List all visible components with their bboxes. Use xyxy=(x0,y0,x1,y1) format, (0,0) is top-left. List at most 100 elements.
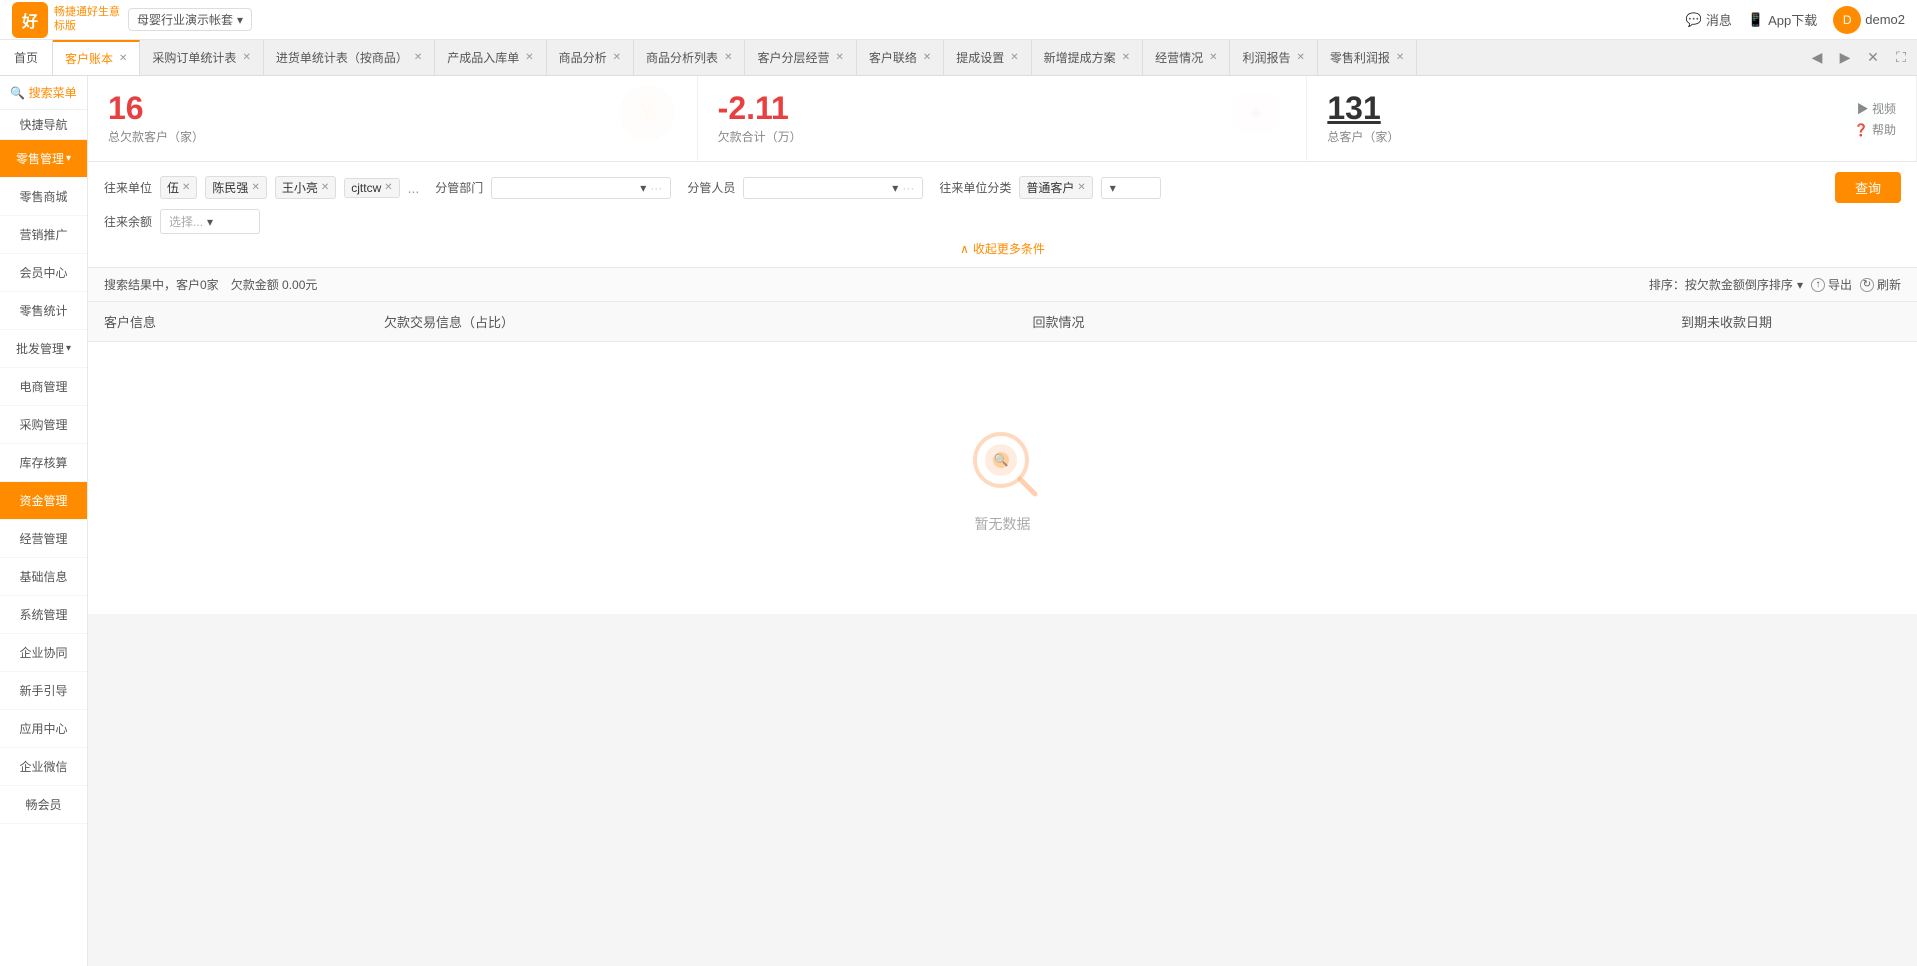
tab-close-icon[interactable]: ✕ xyxy=(525,52,533,63)
sidebar-item-finance[interactable]: 资金管理 xyxy=(0,482,87,520)
tab-inventory-stats[interactable]: 进货单统计表（按商品） ✕ xyxy=(264,40,435,76)
tab-close-icon[interactable]: ✕ xyxy=(242,52,250,63)
tab-retail-profit[interactable]: 零售利润报 ✕ xyxy=(1318,40,1417,76)
tab-close-icon[interactable]: ✕ xyxy=(1209,52,1217,63)
stats-row: 16 总欠款客户（家） ¥ -2.11 欠款合计（万） xyxy=(88,76,1917,162)
more-icon: ··· xyxy=(650,181,662,195)
tab-close-icon[interactable]: ✕ xyxy=(835,52,843,63)
more-icon: ··· xyxy=(902,181,914,195)
sidebar-item-newbie-guide[interactable]: 新手引导 xyxy=(0,672,87,710)
sidebar-item-membership[interactable]: 会员中心 xyxy=(0,254,87,292)
dept-dropdown[interactable]: ▾ ··· xyxy=(491,177,671,199)
collapse-filters-btn[interactable]: ∧ 收起更多条件 xyxy=(104,240,1901,257)
tab-customer-layering[interactable]: 客户分层经营 ✕ xyxy=(745,40,856,76)
remove-tag-wu[interactable]: ✕ xyxy=(182,182,190,193)
category-dropdown[interactable]: ▾ xyxy=(1101,177,1161,199)
stat-value-amount: -2.11 xyxy=(718,92,802,124)
sidebar-item-inventory[interactable]: 库存核算 xyxy=(0,444,87,482)
user-menu[interactable]: D demo2 xyxy=(1833,6,1905,34)
sidebar-item-member[interactable]: 畅会员 xyxy=(0,786,87,824)
balance-filter-label: 往来余额 xyxy=(104,213,152,230)
refresh-btn[interactable]: ↻ 刷新 xyxy=(1860,276,1901,293)
person-dropdown[interactable]: ▾ ··· xyxy=(743,177,923,199)
tab-profit-report[interactable]: 利润报告 ✕ xyxy=(1230,40,1317,76)
sidebar-item-system[interactable]: 系统管理 xyxy=(0,596,87,634)
filter-area: 往来单位 伍 ✕ 陈民强 ✕ 王小亮 ✕ cjttcw ✕ ... xyxy=(88,162,1917,268)
tab-home[interactable]: 首页 xyxy=(0,40,53,76)
stat-card-total: 131 总客户（家） ▶ 视频 ❓ 帮助 xyxy=(1307,76,1917,161)
messages-btn[interactable]: 💬 消息 xyxy=(1686,10,1732,29)
tab-close-icon[interactable]: ✕ xyxy=(414,52,422,63)
tab-next-btn[interactable]: ▶ xyxy=(1833,46,1857,70)
sidebar-search[interactable]: 🔍 搜索菜单 xyxy=(0,76,87,110)
unit-tag-wang[interactable]: 王小亮 ✕ xyxy=(275,176,336,199)
sidebar-item-wholesale[interactable]: 批发管理 ▾ xyxy=(0,330,87,368)
filter-row-2: 往来余额 选择... ▾ xyxy=(104,209,1901,234)
avatar: D xyxy=(1833,6,1861,34)
tab-close-icon[interactable]: ✕ xyxy=(923,52,931,63)
tab-close-icon[interactable]: ✕ xyxy=(1122,52,1130,63)
remove-tag-chen[interactable]: ✕ xyxy=(251,182,259,193)
tab-product-analysis-list[interactable]: 商品分析列表 ✕ xyxy=(634,40,745,76)
tab-close-icon[interactable]: ✕ xyxy=(119,53,127,64)
tab-close-all-btn[interactable]: ✕ xyxy=(1861,46,1885,70)
chevron-down-icon: ▾ xyxy=(237,13,243,27)
sidebar-item-app-center[interactable]: 应用中心 xyxy=(0,710,87,748)
tab-new-commission[interactable]: 新增提成方案 ✕ xyxy=(1032,40,1143,76)
empty-state: 🔍 暂无数据 xyxy=(88,342,1917,614)
app-download-btn[interactable]: 📱 App下载 xyxy=(1748,10,1817,29)
unit-tag-chen[interactable]: 陈民强 ✕ xyxy=(205,176,266,199)
sidebar-quick-nav[interactable]: 快捷导航 xyxy=(0,110,87,140)
tab-account-book[interactable]: 客户账本 ✕ xyxy=(53,40,140,76)
sidebar-item-operations[interactable]: 经营管理 xyxy=(0,520,87,558)
sidebar-item-wechat[interactable]: 企业微信 xyxy=(0,748,87,786)
export-btn[interactable]: ↑ 导出 xyxy=(1811,276,1852,293)
sidebar-item-basic-info[interactable]: 基础信息 xyxy=(0,558,87,596)
tab-fullscreen-btn[interactable]: ⛶ xyxy=(1889,46,1913,70)
tab-customer-contact[interactable]: 客户联络 ✕ xyxy=(857,40,944,76)
tab-purchase-order[interactable]: 采购订单统计表 ✕ xyxy=(140,40,263,76)
tab-prev-btn[interactable]: ◀ xyxy=(1805,46,1829,70)
tab-close-icon[interactable]: ✕ xyxy=(1297,52,1305,63)
sidebar-item-retail-mall[interactable]: 零售商城 xyxy=(0,178,87,216)
sidebar-item-retail[interactable]: 零售管理 ▾ xyxy=(0,140,87,178)
tab-close-icon[interactable]: ✕ xyxy=(613,52,621,63)
search-icon: 🔍 xyxy=(10,86,25,100)
unit-filter-label: 往来单位 xyxy=(104,179,152,196)
tab-close-icon[interactable]: ✕ xyxy=(1396,52,1404,63)
export-icon: ↑ xyxy=(1811,278,1825,292)
tab-product-storage[interactable]: 产成品入库单 ✕ xyxy=(435,40,546,76)
top-right: 💬 消息 📱 App下载 D demo2 xyxy=(1686,6,1905,34)
main-content: 16 总欠款客户（家） ¥ -2.11 欠款合计（万） xyxy=(88,76,1917,966)
remove-tag-wang[interactable]: ✕ xyxy=(321,182,329,193)
main-layout: 🔍 搜索菜单 快捷导航 零售管理 ▾ 零售商城 营销推广 会员中心 零售统计 批… xyxy=(0,76,1917,966)
tab-bar: 首页 客户账本 ✕ 采购订单统计表 ✕ 进货单统计表（按商品） ✕ 产成品入库单… xyxy=(0,40,1917,76)
tab-operations[interactable]: 经营情况 ✕ xyxy=(1143,40,1230,76)
more-tags-btn[interactable]: ... xyxy=(408,180,420,196)
remove-category-tag[interactable]: ✕ xyxy=(1077,182,1085,193)
tab-commission-settings[interactable]: 提成设置 ✕ xyxy=(944,40,1031,76)
chevron-down-icon: ▾ xyxy=(66,343,71,354)
account-selector[interactable]: 母婴行业演示帐套 ▾ xyxy=(128,8,252,31)
category-tag-normal[interactable]: 普通客户 ✕ xyxy=(1019,176,1092,199)
sidebar-item-marketing[interactable]: 营销推广 xyxy=(0,216,87,254)
total-bg-icon xyxy=(1836,83,1896,155)
sort-selector[interactable]: 排序：按欠款金额倒序排序 ▾ xyxy=(1649,276,1803,293)
query-button[interactable]: 查询 xyxy=(1835,172,1901,203)
sidebar-item-purchase[interactable]: 采购管理 xyxy=(0,406,87,444)
unit-tag-wu[interactable]: 伍 ✕ xyxy=(160,176,197,199)
tab-product-analysis[interactable]: 商品分析 ✕ xyxy=(547,40,634,76)
tab-nav-buttons: ◀ ▶ ✕ ⛶ xyxy=(1805,46,1917,70)
logo-area: 好 畅捷通好生意 标版 xyxy=(12,2,120,38)
svg-text:🔍: 🔍 xyxy=(993,452,1008,467)
unit-tag-cjttcw[interactable]: cjttcw ✕ xyxy=(344,178,399,198)
sidebar-item-ecommerce[interactable]: 电商管理 xyxy=(0,368,87,406)
results-amount: 欠款金额 0.00元 xyxy=(231,276,318,293)
remove-tag-cjttcw[interactable]: ✕ xyxy=(384,182,392,193)
sidebar-item-retail-stats[interactable]: 零售统计 xyxy=(0,292,87,330)
sidebar-item-enterprise-collab[interactable]: 企业协同 xyxy=(0,634,87,672)
col-header-customer: 客户信息 xyxy=(104,312,384,331)
tab-close-icon[interactable]: ✕ xyxy=(1010,52,1018,63)
balance-dropdown[interactable]: 选择... ▾ xyxy=(160,209,260,234)
tab-close-icon[interactable]: ✕ xyxy=(724,52,732,63)
